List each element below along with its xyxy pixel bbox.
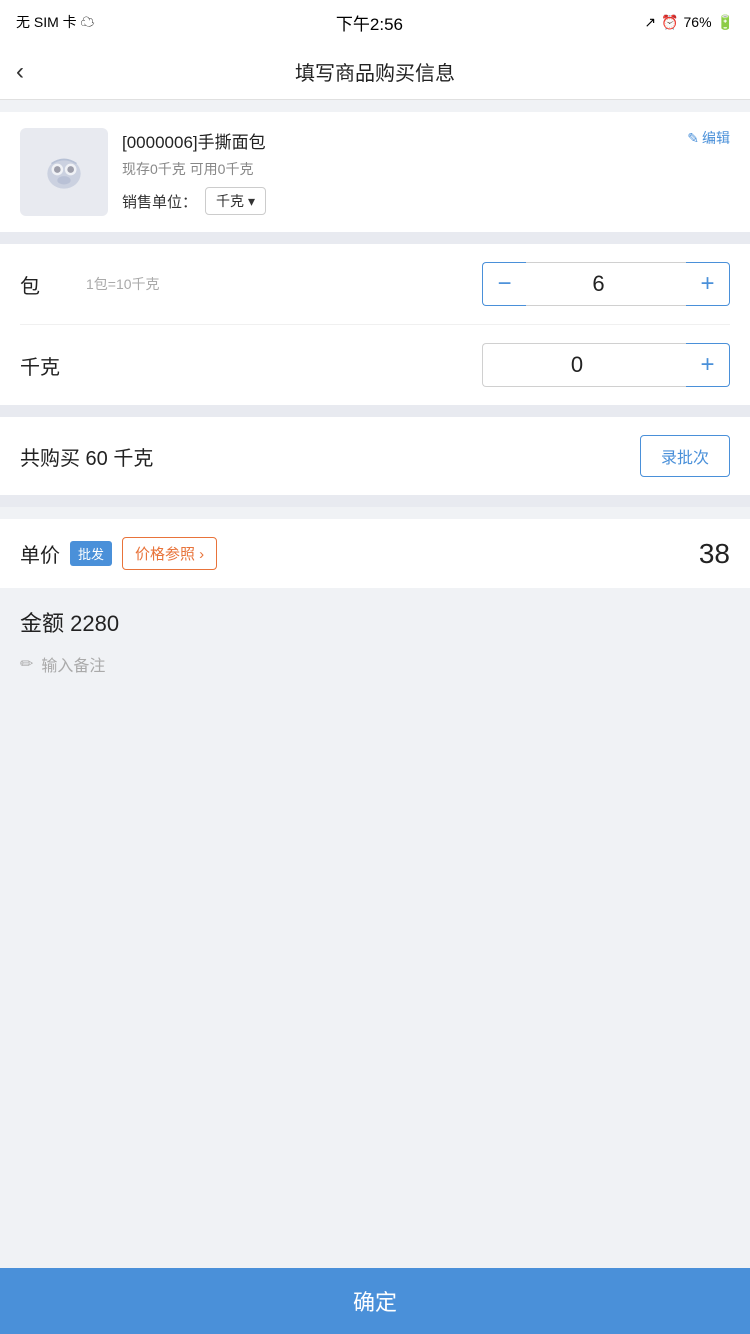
product-name: [0000006]手撕面包 xyxy=(122,128,730,153)
product-stock: 现存0千克 可用0千克 xyxy=(122,159,730,179)
pencil-icon: ✏ xyxy=(20,654,33,674)
status-bar: 无 SIM 卡 ☁ 下午2:56 ↗ ⏰ 76% 🔋 xyxy=(0,0,750,44)
status-left: 无 SIM 卡 ☁ xyxy=(16,12,95,32)
main-content: 无 SIM 卡 ☁ 下午2:56 ↗ ⏰ 76% 🔋 ‹ 填写商品购买信息 xyxy=(0,0,750,752)
kg-controls: + xyxy=(482,343,730,387)
kg-plus-button[interactable]: + xyxy=(686,343,730,387)
chevron-down-icon: ▾ xyxy=(248,193,255,210)
bao-controls: − + xyxy=(482,262,730,306)
product-info: [0000006]手撕面包 现存0千克 可用0千克 销售单位： 千克 ▾ xyxy=(122,128,730,215)
edit-label: 编辑 xyxy=(702,128,730,148)
remark-row[interactable]: ✏ 输入备注 xyxy=(20,652,730,676)
price-tag: 批发 xyxy=(70,541,112,566)
confirm-button[interactable]: 确定 xyxy=(0,1268,750,1334)
input-section: 包 1包=10千克 − + 千克 + xyxy=(0,244,750,405)
kg-quantity-input[interactable] xyxy=(482,343,686,387)
total-label: 共购买 60 千克 xyxy=(20,442,153,471)
product-logo-icon xyxy=(39,147,89,197)
remark-placeholder: 输入备注 xyxy=(41,652,105,676)
unit-select[interactable]: 千克 ▾ xyxy=(205,187,266,215)
bao-label: 包 xyxy=(20,270,80,299)
amount-row: 金额 2280 xyxy=(20,606,730,638)
product-image xyxy=(20,128,108,216)
section-divider-2 xyxy=(0,405,750,417)
section-divider-3 xyxy=(0,495,750,507)
amount-label: 金额 xyxy=(20,611,64,636)
nav-bar: ‹ 填写商品购买信息 xyxy=(0,44,750,100)
amount-section: 金额 2280 ✏ 输入备注 xyxy=(0,588,750,686)
status-right: ↗ ⏰ 76% 🔋 xyxy=(644,14,734,31)
bao-minus-button[interactable]: − xyxy=(482,262,526,306)
section-divider-1 xyxy=(0,232,750,244)
edit-icon: ✎ xyxy=(687,130,699,147)
total-row: 共购买 60 千克 录批次 xyxy=(0,417,750,495)
location-icon: ↗ xyxy=(644,14,656,31)
status-time: 下午2:56 xyxy=(336,10,403,35)
record-batch-button[interactable]: 录批次 xyxy=(640,435,730,477)
kg-label: 千克 xyxy=(20,351,80,380)
bao-quantity-input[interactable] xyxy=(526,262,686,306)
battery-text: 76% xyxy=(684,14,712,30)
battery-icon: 🔋 xyxy=(717,14,734,31)
price-label: 单价 xyxy=(20,539,60,568)
amount-number: 2280 xyxy=(70,611,119,636)
bao-sublabel: 1包=10千克 xyxy=(86,274,482,294)
price-reference-button[interactable]: 价格参照 › xyxy=(122,537,217,570)
unit-value: 千克 xyxy=(216,191,244,211)
edit-button[interactable]: ✎ 编辑 xyxy=(687,128,730,148)
price-value: 38 xyxy=(699,538,730,570)
back-button[interactable]: ‹ xyxy=(16,58,24,86)
product-card-wrapper: [0000006]手撕面包 现存0千克 可用0千克 销售单位： 千克 ▾ ✎ 编… xyxy=(0,112,750,232)
product-unit-row: 销售单位： 千克 ▾ xyxy=(122,187,730,215)
page-title: 填写商品购买信息 xyxy=(295,57,455,86)
unit-label: 销售单位： xyxy=(122,191,197,212)
kg-input-row: 千克 + xyxy=(20,325,730,405)
alarm-icon: ⏰ xyxy=(661,14,678,31)
price-section: 单价 批发 价格参照 › 38 xyxy=(0,519,750,588)
bao-plus-button[interactable]: + xyxy=(686,262,730,306)
bao-input-row: 包 1包=10千克 − + xyxy=(20,244,730,325)
product-card: [0000006]手撕面包 现存0千克 可用0千克 销售单位： 千克 ▾ ✎ 编… xyxy=(0,112,750,232)
